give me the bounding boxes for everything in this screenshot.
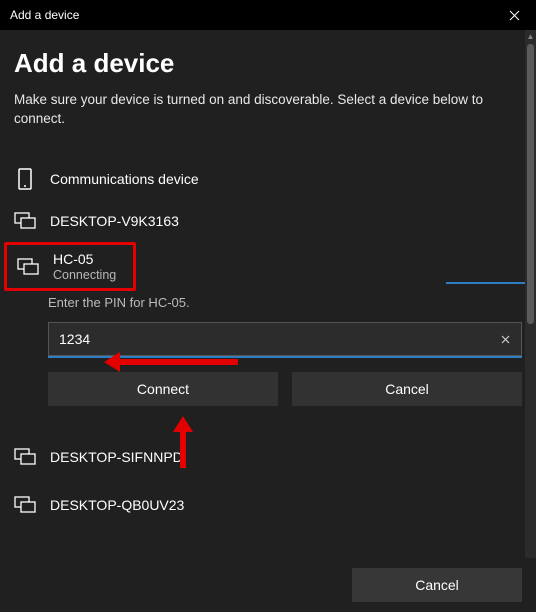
cancel-label: Cancel <box>385 381 429 397</box>
pin-section: Enter the PIN for HC-05. Connect Cancel <box>0 293 536 420</box>
phone-icon <box>14 168 36 190</box>
device-item-communications[interactable]: Communications device <box>0 158 530 200</box>
annotation-arrow-pin <box>118 359 238 365</box>
titlebar: Add a device <box>0 0 536 30</box>
content-area: Add a device Make sure your device is tu… <box>0 30 536 558</box>
device-label: DESKTOP-SIFNNPD <box>50 449 183 465</box>
desktop-icon <box>14 496 36 514</box>
cancel-label: Cancel <box>415 577 459 593</box>
dialog-cancel-button[interactable]: Cancel <box>352 568 522 602</box>
page-subtitle: Make sure your device is turned on and d… <box>14 91 534 129</box>
scroll-up-icon: ▲ <box>525 30 536 42</box>
progress-accent <box>446 282 526 284</box>
device-status: Connecting <box>53 268 116 282</box>
pin-prompt: Enter the PIN for HC-05. <box>48 295 522 310</box>
close-icon <box>509 10 520 21</box>
cancel-pin-button[interactable]: Cancel <box>292 372 522 406</box>
pin-input-container <box>48 322 522 356</box>
device-list: Communications device DESKTOP-V9K3163 HC… <box>0 156 536 558</box>
device-item-desktop3[interactable]: DESKTOP-QB0UV23 <box>0 486 530 524</box>
device-label: DESKTOP-QB0UV23 <box>50 497 184 513</box>
dialog-footer: Cancel <box>0 558 536 612</box>
device-item-desktop2[interactable]: DESKTOP-SIFNNPD <box>0 438 530 476</box>
connect-label: Connect <box>137 381 189 397</box>
device-item-desktop1[interactable]: DESKTOP-V9K3163 <box>0 202 530 240</box>
desktop-icon <box>14 448 36 466</box>
window-title: Add a device <box>10 8 79 22</box>
clear-input-button[interactable] <box>495 329 515 349</box>
scrollbar-thumb[interactable] <box>527 44 534 324</box>
page-title: Add a device <box>14 48 534 79</box>
desktop-icon <box>17 258 39 276</box>
device-item-hc05[interactable]: HC-05 Connecting <box>4 242 136 291</box>
pin-input[interactable] <box>59 331 495 347</box>
connect-button[interactable]: Connect <box>48 372 278 406</box>
scrollbar[interactable]: ▲ <box>525 30 536 558</box>
annotation-arrow-connect <box>180 430 186 468</box>
device-label: HC-05 <box>53 251 116 267</box>
close-button[interactable] <box>500 5 528 25</box>
desktop-icon <box>14 212 36 230</box>
close-icon <box>501 335 510 344</box>
device-label: Communications device <box>50 171 199 187</box>
device-label: DESKTOP-V9K3163 <box>50 213 179 229</box>
